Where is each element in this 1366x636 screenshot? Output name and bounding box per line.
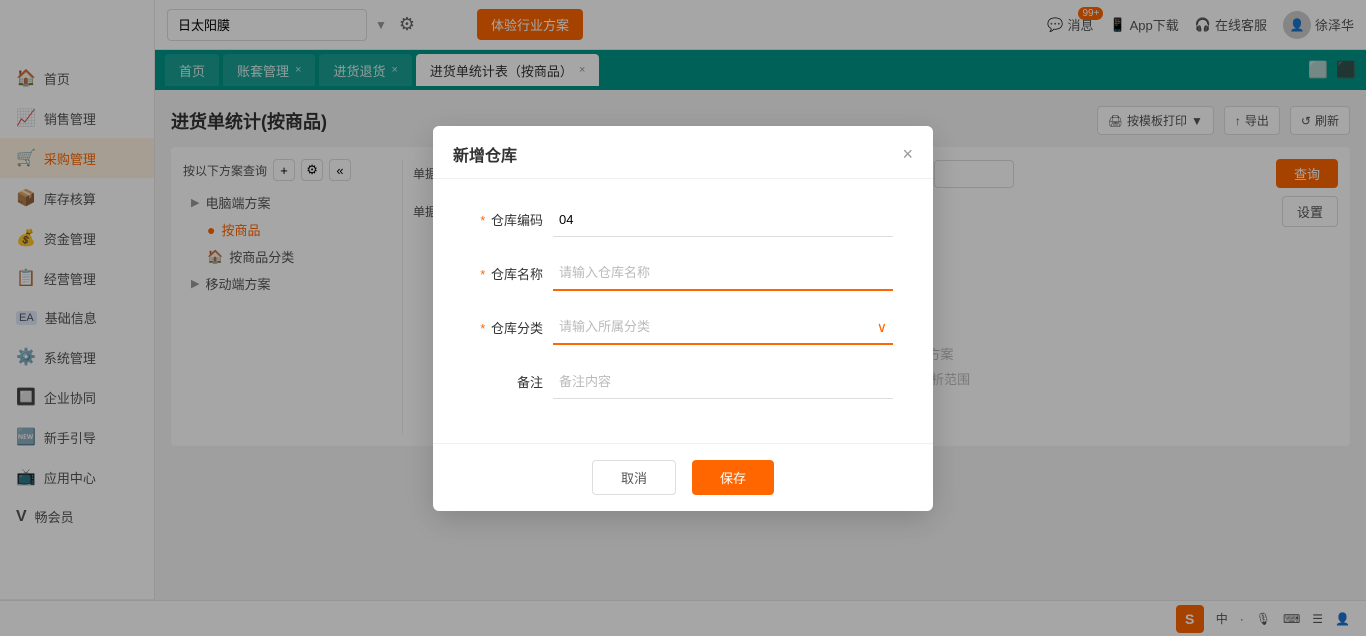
dialog-header: 新增仓库 × [433, 126, 933, 179]
field-label-warehouse-code: * 仓库编码 [473, 210, 553, 229]
cancel-button[interactable]: 取消 [592, 460, 676, 495]
dialog-title: 新增仓库 [453, 142, 517, 166]
modal-overlay[interactable]: 新增仓库 × * 仓库编码 * 仓库名称 * 仓库分 [0, 0, 1366, 636]
warehouse-name-input[interactable] [553, 257, 893, 291]
form-row-warehouse-category: * 仓库分类 ∨ [473, 311, 893, 345]
field-label-remark: 备注 [473, 372, 553, 391]
warehouse-category-select-wrap: ∨ [553, 311, 893, 345]
required-mark: * [480, 213, 485, 228]
field-label-warehouse-category: * 仓库分类 [473, 318, 553, 337]
remark-input[interactable] [553, 365, 893, 399]
required-mark: * [480, 321, 485, 336]
field-label-warehouse-name: * 仓库名称 [473, 264, 553, 283]
dialog-body: * 仓库编码 * 仓库名称 * 仓库分类 ∨ [433, 179, 933, 443]
dialog-close-button[interactable]: × [902, 145, 913, 163]
form-row-warehouse-name: * 仓库名称 [473, 257, 893, 291]
warehouse-code-input[interactable] [553, 203, 893, 237]
save-button[interactable]: 保存 [692, 460, 774, 495]
dialog-footer: 取消 保存 [433, 443, 933, 511]
form-row-warehouse-code: * 仓库编码 [473, 203, 893, 237]
required-mark: * [480, 267, 485, 282]
form-row-remark: 备注 [473, 365, 893, 399]
new-warehouse-dialog: 新增仓库 × * 仓库编码 * 仓库名称 * 仓库分 [433, 126, 933, 511]
warehouse-category-input[interactable] [553, 311, 893, 345]
